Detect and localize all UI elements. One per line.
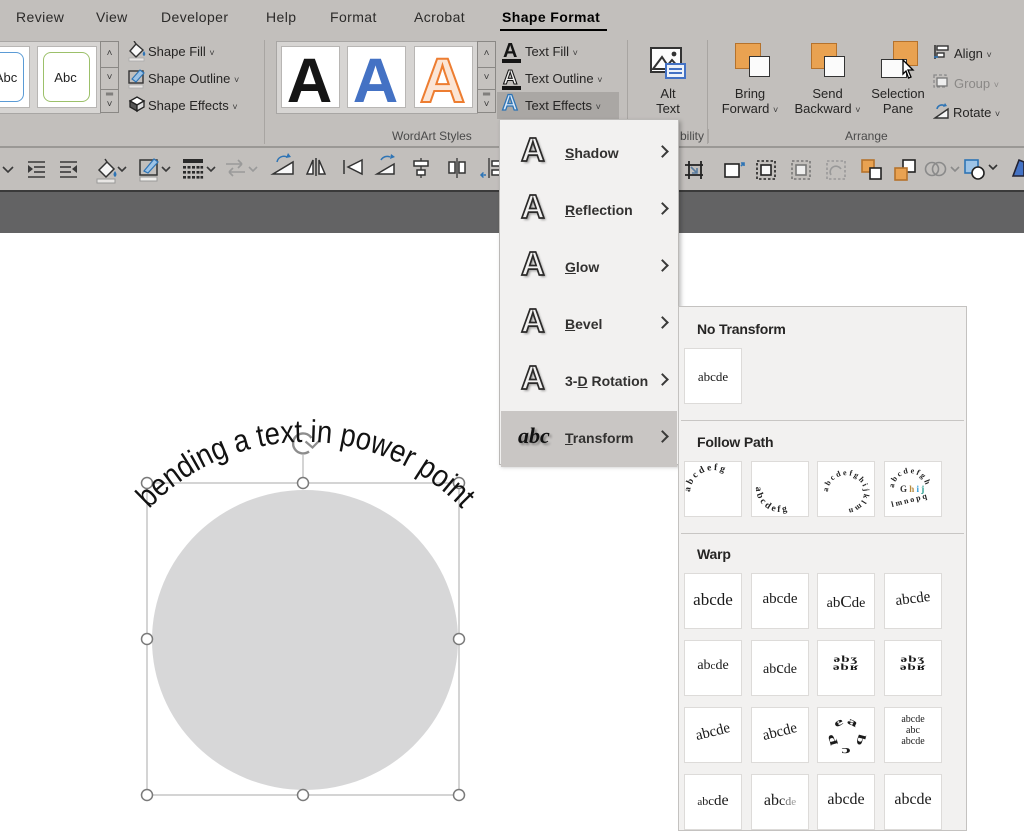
svg-text:a b c p e: a b c p e [824, 715, 868, 757]
svg-text:A: A [503, 40, 517, 62]
svg-text:a b c d e f g: a b c d e f g [685, 463, 727, 493]
svg-text:a b c d e f g h i j k l m n: a b c d e f g h i j k l m n [821, 468, 871, 516]
svg-text:A: A [503, 67, 517, 89]
svg-text:a b c d e f g: a b c d e f g [753, 487, 788, 516]
svg-text:A: A [502, 90, 518, 115]
